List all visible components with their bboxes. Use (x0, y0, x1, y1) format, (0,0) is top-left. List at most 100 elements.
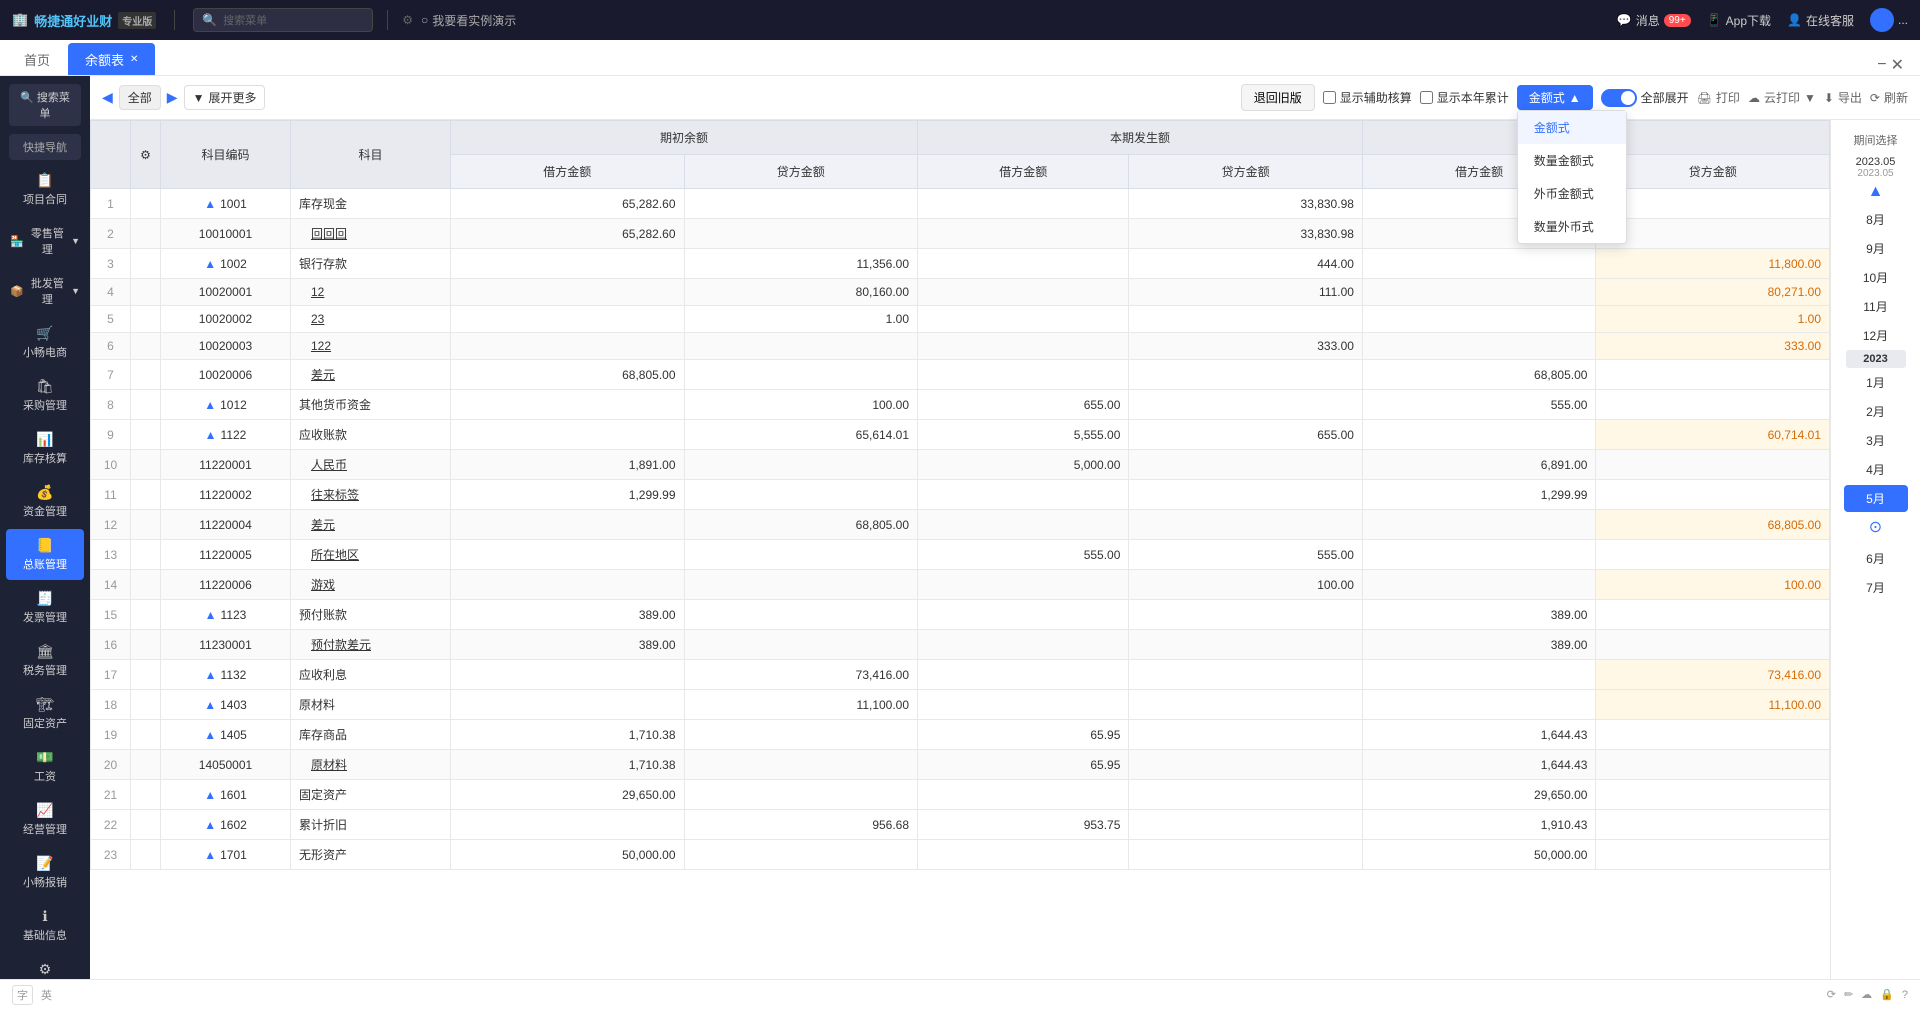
period-up-nav[interactable]: ▲ (1864, 179, 1888, 205)
period-month-5[interactable]: 5月 (1844, 485, 1908, 512)
sidebar-item-invoice[interactable]: 🧾 发票管理 (6, 582, 84, 633)
table-row[interactable]: 610020003122333.00333.00 (91, 333, 1830, 360)
period-month-7[interactable]: 7月 (1844, 574, 1908, 601)
bottom-refresh-icon[interactable]: ⟳ (1827, 988, 1836, 1001)
return-old-button[interactable]: 退回旧版 (1241, 84, 1315, 111)
sidebar-search[interactable]: 🔍 搜索菜单 (9, 84, 81, 126)
sidebar-item-capital[interactable]: 💰 资金管理 (6, 476, 84, 527)
period-month-8[interactable]: 8月 (1844, 206, 1908, 233)
table-row[interactable]: 21▲1601固定资产29,650.0029,650.00 (91, 780, 1830, 810)
table-row-name[interactable]: 预付账款 (291, 600, 451, 630)
period-month-10[interactable]: 10月 (1844, 264, 1908, 291)
sidebar-item-accounting[interactable]: 📒 总账管理 (6, 529, 84, 580)
bottom-text-icon[interactable]: 字 (12, 985, 33, 1005)
period-month-4[interactable]: 4月 (1844, 456, 1908, 483)
period-month-1[interactable]: 1月 (1844, 369, 1908, 396)
table-row[interactable]: 8▲1012其他货币资金100.00655.00555.00 (91, 390, 1830, 420)
sidebar-item-quicknav[interactable]: 快捷导航 (9, 134, 81, 160)
table-settings-icon[interactable]: ⚙ (140, 148, 151, 162)
sidebar-item-salary[interactable]: 💵 工资 (6, 741, 84, 792)
bottom-lang-icon[interactable]: 英 (41, 987, 52, 1003)
table-row-name[interactable]: 累计折旧 (291, 810, 451, 840)
period-month-2[interactable]: 2月 (1844, 398, 1908, 425)
sidebar-item-retail[interactable]: 🏪 零售管理 ▼ (6, 217, 84, 265)
period-month-9[interactable]: 9月 (1844, 235, 1908, 262)
user-avatar[interactable]: ... (1870, 8, 1908, 32)
expand-all-toggle[interactable]: 全部展开 (1601, 89, 1689, 107)
table-row[interactable]: 1411220006游戏100.00100.00 (91, 570, 1830, 600)
sidebar-item-system[interactable]: ⚙ 系统管理 (6, 953, 84, 979)
table-row-name[interactable]: 往来标签 (291, 480, 451, 510)
table-row-name[interactable]: 人民币 (291, 450, 451, 480)
table-row[interactable]: 1311220005所在地区555.00555.00 (91, 540, 1830, 570)
tab-home[interactable]: 首页 (8, 44, 66, 75)
sidebar-item-business[interactable]: 📈 经营管理 (6, 794, 84, 845)
table-row[interactable]: 23▲1701无形资产50,000.0050,000.00 (91, 840, 1830, 870)
table-row-name[interactable]: 原材料 (291, 690, 451, 720)
table-row[interactable]: 1611230001预付款差元389.00389.00 (91, 630, 1830, 660)
online-service-button[interactable]: 👤 在线客服 (1787, 12, 1854, 29)
sidebar-item-project[interactable]: 📋 项目合同 (6, 164, 84, 215)
table-row[interactable]: 4100200011280,160.00111.0080,271.00 (91, 279, 1830, 306)
expand-more-button[interactable]: ▼ 展开更多 (184, 85, 266, 110)
sidebar-item-report[interactable]: 📝 小畅报销 (6, 847, 84, 898)
table-row[interactable]: 15▲1123预付账款389.00389.00 (91, 600, 1830, 630)
table-row-name[interactable]: 12 (291, 279, 451, 306)
export-button[interactable]: ⬇ 导出 (1824, 89, 1862, 106)
bottom-edit-icon[interactable]: ✏ (1844, 988, 1853, 1001)
table-row[interactable]: 2014050001原材料1,710.3865.951,644.43 (91, 750, 1830, 780)
message-button[interactable]: 💬 消息 99+ (1617, 12, 1691, 29)
window-minimize-button[interactable]: − (1877, 56, 1886, 74)
refresh-button[interactable]: ⟳ 刷新 (1870, 89, 1908, 106)
table-row[interactable]: 19▲1405库存商品1,710.3865.951,644.43 (91, 720, 1830, 750)
sidebar-item-wholesale[interactable]: 📦 批发管理 ▼ (6, 267, 84, 315)
show-aux-checkbox[interactable] (1323, 91, 1336, 104)
period-month-11[interactable]: 11月 (1844, 293, 1908, 320)
demo-link[interactable]: ○ 我要看实例演示 (421, 12, 516, 29)
table-row[interactable]: 3▲1002银行存款11,356.00444.0011,800.00 (91, 249, 1830, 279)
table-row[interactable]: 710020006差元68,805.0068,805.00 (91, 360, 1830, 390)
period-month-3[interactable]: 3月 (1844, 427, 1908, 454)
table-row[interactable]: 510020002231.001.00 (91, 306, 1830, 333)
bottom-help-icon[interactable]: ? (1902, 989, 1908, 1001)
period-year-2023[interactable]: 2023 (1846, 350, 1906, 368)
show-annual-checkbox[interactable] (1420, 91, 1433, 104)
table-row-name[interactable]: 122 (291, 333, 451, 360)
table-row-name[interactable]: 库存商品 (291, 720, 451, 750)
dropdown-item-qty-foreign[interactable]: 数量外币式 (1518, 210, 1626, 243)
show-annual-check-label[interactable]: 显示本年累计 (1420, 89, 1509, 106)
table-row-name[interactable]: 库存现金 (291, 189, 451, 219)
bottom-lock-icon[interactable]: 🔒 (1880, 988, 1894, 1001)
expand-all-switch[interactable] (1601, 89, 1637, 107)
table-row-name[interactable]: 差元 (291, 360, 451, 390)
table-row-name[interactable]: 所在地区 (291, 540, 451, 570)
table-row[interactable]: 18▲1403原材料11,100.0011,100.00 (91, 690, 1830, 720)
dropdown-item-amount[interactable]: 金额式 (1518, 111, 1626, 144)
table-row-name[interactable]: 应收账款 (291, 420, 451, 450)
app-download-button[interactable]: 📱 App下载 (1707, 12, 1771, 29)
table-row[interactable]: 1211220004差元68,805.0068,805.00 (91, 510, 1830, 540)
print-button[interactable]: 🖨 打印 (1697, 89, 1740, 106)
table-row[interactable]: 1111220002往来标签1,299.991,299.99 (91, 480, 1830, 510)
table-row-name[interactable]: 预付款差元 (291, 630, 451, 660)
cloud-print-button[interactable]: ☁ 云打印 ▼ (1748, 89, 1816, 106)
dropdown-item-foreign-amount[interactable]: 外币金额式 (1518, 177, 1626, 210)
table-row[interactable]: 17▲1132应收利息73,416.0073,416.00 (91, 660, 1830, 690)
table-row-name[interactable]: 银行存款 (291, 249, 451, 279)
table-row-name[interactable]: 23 (291, 306, 451, 333)
table-row-name[interactable]: 游戏 (291, 570, 451, 600)
dropdown-item-qty-amount[interactable]: 数量金额式 (1518, 144, 1626, 177)
filter-left-arrow[interactable]: ◀ (102, 89, 113, 106)
table-row-name[interactable]: 回回回 (291, 219, 451, 249)
table-row-name[interactable]: 应收利息 (291, 660, 451, 690)
period-down-nav[interactable]: ⊙ (1865, 513, 1886, 541)
sidebar-item-tax[interactable]: 🏛 税务管理 (6, 635, 84, 686)
period-month-6[interactable]: 6月 (1844, 545, 1908, 572)
bottom-cloud-icon[interactable]: ☁ (1861, 988, 1872, 1001)
tab-balance-sheet[interactable]: 余额表 ✕ (68, 43, 155, 75)
filter-right-arrow[interactable]: ▶ (167, 89, 178, 106)
table-row-name[interactable]: 无形资产 (291, 840, 451, 870)
table-row[interactable]: 9▲1122应收账款65,614.015,555.00655.0060,714.… (91, 420, 1830, 450)
sidebar-item-purchase[interactable]: 🛍 采购管理 (6, 370, 84, 421)
show-aux-check-label[interactable]: 显示辅助核算 (1323, 89, 1412, 106)
